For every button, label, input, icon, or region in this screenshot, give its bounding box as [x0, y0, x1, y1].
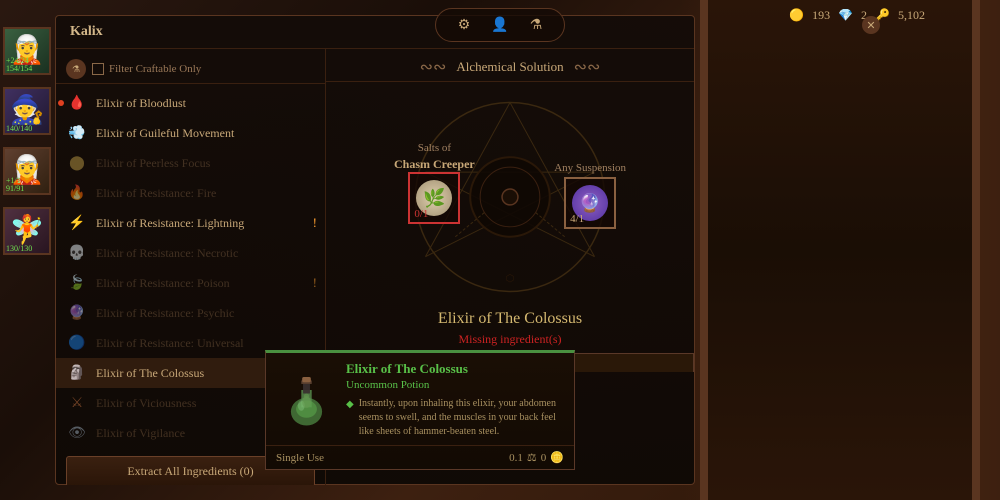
item-icon: 🔮 — [66, 302, 88, 324]
item-icon: ⬤ — [66, 152, 88, 174]
item-name: Elixir of Resistance: Necrotic — [96, 246, 238, 261]
character-2-avatar[interactable]: 🧙 140/140 — [3, 87, 51, 135]
ingredient-2-slot[interactable]: Any Suspension 🔮 4/1 — [554, 162, 626, 229]
gem1-icon: 💎 — [838, 8, 853, 23]
nav-bag-icon[interactable]: ⚙ — [452, 13, 476, 37]
ingredient-1-slot[interactable]: Salts of Chasm Creeper 🌿 0/1 — [394, 142, 475, 224]
character-3-avatar[interactable]: 🧝 +1/1 91/91 — [3, 147, 51, 195]
tooltip-text: Elixir of The Colossus Uncommon Potion ◆… — [346, 361, 564, 439]
warning-icon: ! — [313, 215, 317, 231]
character-4-avatar[interactable]: 🧚 130/130 — [3, 207, 51, 255]
item-name: Elixir of Vigilance — [96, 426, 185, 441]
active-indicator — [58, 100, 64, 106]
filter-checkbox[interactable] — [92, 63, 104, 75]
tooltip-content: Elixir of The Colossus Uncommon Potion ◆… — [266, 353, 574, 445]
close-button[interactable]: ✕ — [862, 16, 880, 34]
nav-bar: ⚙ 👤 ⚗ — [435, 8, 565, 42]
list-item[interactable]: 💨 Elixir of Guileful Movement — [56, 118, 325, 148]
list-item[interactable]: 💀 Elixir of Resistance: Necrotic — [56, 238, 325, 268]
item-name: Elixir of Peerless Focus — [96, 156, 210, 171]
coin-icon: 🪙 — [550, 451, 564, 464]
value-value: 0 — [541, 452, 547, 464]
usage-label: Single Use — [276, 452, 324, 464]
item-icon: 🗿 — [66, 362, 88, 384]
list-item[interactable]: 🍃 Elixir of Resistance: Poison ! — [56, 268, 325, 298]
item-name: Elixir of Bloodlust — [96, 96, 186, 111]
ingredient-1-label1: Salts of — [418, 142, 451, 154]
ingredient-1-label2: Chasm Creeper — [394, 157, 475, 172]
weight-icon: ⚖ — [527, 451, 537, 464]
alchemy-circle-area: ⬡ Salts of Chasm Creeper 🌿 0/1 Any Suspe… — [326, 82, 694, 302]
resource-bar: 🟡 193 💎 2 🔑 5,102 ✕ — [789, 8, 925, 23]
item-icon: 🍃 — [66, 272, 88, 294]
filter-icon: ⚗ — [66, 59, 86, 79]
filter-label: Filter Craftable Only — [109, 63, 201, 75]
item-icon: 🔥 — [66, 182, 88, 204]
item-icon: 🔵 — [66, 332, 88, 354]
list-item[interactable]: ⚡ Elixir of Resistance: Lightning ! — [56, 208, 325, 238]
stone-arch — [700, 0, 980, 500]
left-decorator: ∾∾ — [420, 57, 447, 77]
alchemy-header: ∾∾ Alchemical Solution ∾∾ — [326, 49, 694, 82]
ingredient-1-box[interactable]: 🌿 0/1 — [408, 172, 460, 224]
right-decorator: ∾∾ — [574, 57, 601, 77]
item-name: Elixir of Resistance: Fire — [96, 186, 216, 201]
tooltip-figure — [276, 361, 336, 431]
ingredient-2-count: 4/1 — [570, 213, 584, 225]
panel-title: Kalix — [56, 16, 694, 49]
character-panel: 🧝 +24/24 154/154 🧙 140/140 🧝 +1/1 91/91 … — [0, 15, 55, 255]
item-name: Elixir of Resistance: Psychic — [96, 306, 234, 321]
potion-svg — [279, 364, 334, 429]
item-icon: 🩸 — [66, 92, 88, 114]
ingredient-2-label: Any Suspension — [554, 162, 626, 174]
item-name: Elixir of Viciousness — [96, 396, 196, 411]
svg-text:⬡: ⬡ — [506, 274, 515, 285]
item-icon: 💀 — [66, 242, 88, 264]
tooltip-card: Elixir of The Colossus Uncommon Potion ◆… — [265, 350, 575, 470]
tooltip-stats: 0.1 ⚖ 0 🪙 — [509, 451, 564, 464]
item-name: Elixir of Resistance: Universal — [96, 336, 244, 351]
filter-bar: ⚗ Filter Craftable Only — [56, 55, 325, 84]
nav-person-icon[interactable]: 👤 — [488, 13, 512, 37]
list-item[interactable]: 🔥 Elixir of Resistance: Fire — [56, 178, 325, 208]
item-name-colossus: Elixir of The Colossus — [96, 366, 204, 381]
alchemy-circle-svg: ⬡ — [326, 82, 694, 302]
warning-icon: ! — [313, 275, 317, 291]
diamond-icon: ◆ — [346, 399, 354, 410]
list-item[interactable]: 🔮 Elixir of Resistance: Psychic — [56, 298, 325, 328]
alchemy-title: Alchemical Solution — [456, 59, 563, 75]
nav-flask-icon[interactable]: ⚗ — [524, 13, 548, 37]
gold-amount: 193 — [812, 8, 830, 23]
item-name: Elixir of Resistance: Lightning — [96, 216, 244, 231]
weight-value: 0.1 — [509, 452, 523, 464]
item-name: Elixir of Guileful Movement — [96, 126, 234, 141]
gem2-amount: 5,102 — [898, 8, 925, 23]
item-icon: ⚡ — [66, 212, 88, 234]
character-1-avatar[interactable]: 🧝 +24/24 154/154 — [3, 27, 51, 75]
list-item[interactable]: ⬤ Elixir of Peerless Focus — [56, 148, 325, 178]
item-icon: 👁 — [66, 422, 88, 444]
tooltip-effect-row: ◆ Instantly, upon inhaling this elixir, … — [346, 397, 564, 439]
gold-icon: 🟡 — [789, 8, 804, 23]
ingredient-2-box[interactable]: 🔮 4/1 — [564, 177, 616, 229]
tooltip-description: Instantly, upon inhaling this elixir, yo… — [359, 397, 564, 439]
item-icon: 💨 — [66, 122, 88, 144]
tooltip-name: Elixir of The Colossus — [346, 361, 564, 377]
tooltip-rarity: Uncommon Potion — [346, 379, 564, 391]
list-item[interactable]: 🩸 Elixir of Bloodlust — [56, 88, 325, 118]
item-icon: ⚔ — [66, 392, 88, 414]
tooltip-footer: Single Use 0.1 ⚖ 0 🪙 — [266, 445, 574, 469]
result-name: Elixir of The Colossus — [326, 302, 694, 332]
ingredient-1-count: 0/1 — [414, 208, 428, 220]
item-name: Elixir of Resistance: Poison — [96, 276, 230, 291]
